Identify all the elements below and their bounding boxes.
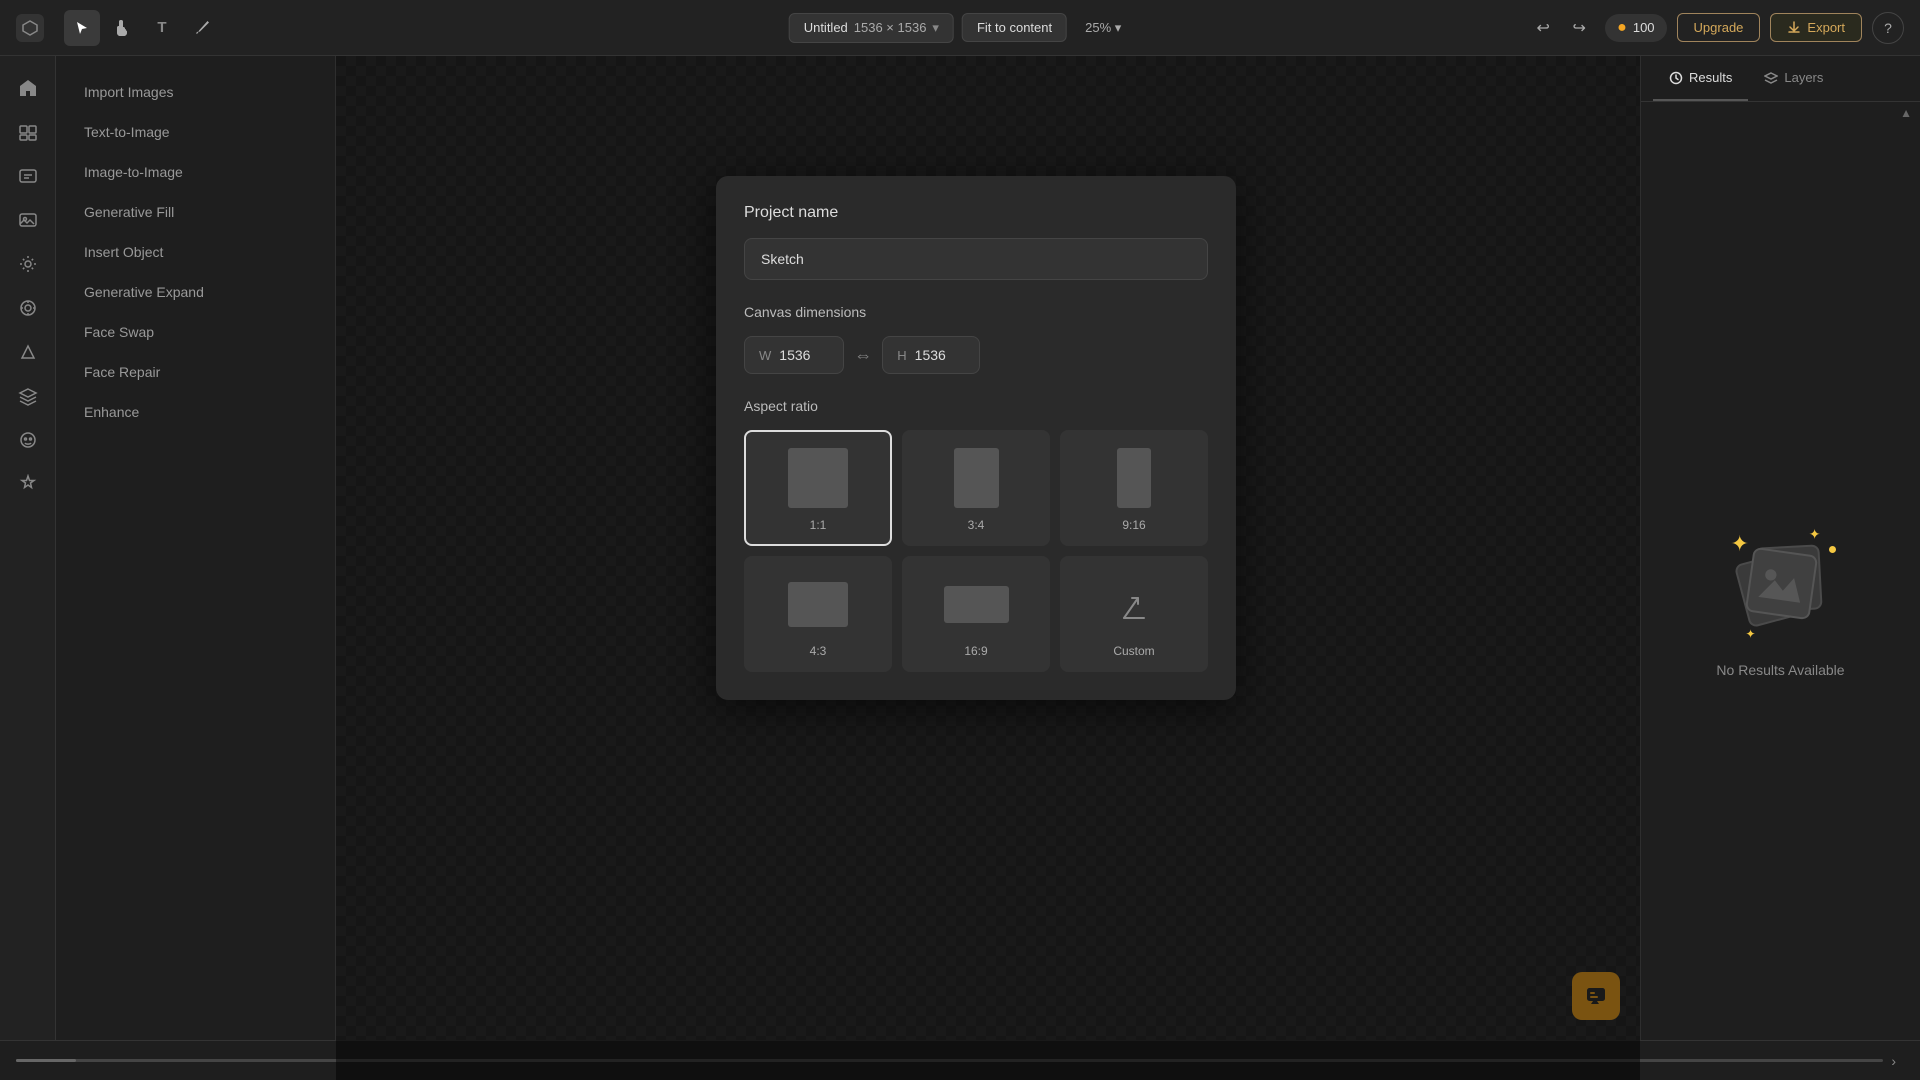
main-layout: Import Images Text-to-Image Image-to-Ima… xyxy=(0,56,1920,1080)
aspect-4-3-preview xyxy=(788,582,848,627)
topbar-right: ↩ ↪ ● 100 Upgrade Export ? xyxy=(1527,12,1904,44)
undo-redo-group: ↩ ↪ xyxy=(1527,12,1595,44)
results-tab-label: Results xyxy=(1689,70,1732,85)
aspect-3-4-preview xyxy=(954,448,999,508)
shapes-sidebar-btn[interactable] xyxy=(8,332,48,372)
aspect-1-1[interactable]: 1:1 xyxy=(744,430,892,546)
aspect-custom[interactable]: Custom xyxy=(1060,556,1208,672)
aspect-9-16[interactable]: 9:16 xyxy=(1060,430,1208,546)
star-large-icon: ✦ xyxy=(1731,531,1749,557)
title-chevron-icon: ▾ xyxy=(932,20,939,36)
no-results-illustration: ✦ ✦ ✦ xyxy=(1721,526,1841,646)
topbar-center: Untitled 1536 × 1536 ▾ Fit to content 25… xyxy=(789,13,1132,43)
bottom-scrollbar[interactable] xyxy=(16,1059,1883,1062)
star-small-icon: ✦ xyxy=(1809,526,1821,543)
topbar: T Untitled 1536 × 1536 ▾ Fit to content … xyxy=(0,0,1920,56)
undo-btn[interactable]: ↩ xyxy=(1527,12,1559,44)
upgrade-btn[interactable]: Upgrade xyxy=(1677,13,1761,42)
enhance-sidebar-btn[interactable] xyxy=(8,464,48,504)
right-sidebar: Results Layers ▲ ✦ ✦ ✦ xyxy=(1640,56,1920,1080)
panel-item-face-repair[interactable]: Face Repair xyxy=(64,352,327,392)
height-label: H xyxy=(897,348,906,363)
aspect-custom-label: Custom xyxy=(1113,644,1154,658)
aspect-3-4[interactable]: 3:4 xyxy=(902,430,1050,546)
select-tool-btn[interactable] xyxy=(64,10,100,46)
canvas-size-text: 1536 × 1536 xyxy=(854,20,927,35)
image-sidebar-btn[interactable] xyxy=(8,200,48,240)
canvas-dimensions-label: Canvas dimensions xyxy=(744,304,1208,320)
zoom-level-btn[interactable]: 25% ▾ xyxy=(1075,14,1131,42)
tool-group: T xyxy=(64,10,220,46)
panel-item-face-swap[interactable]: Face Swap xyxy=(64,312,327,352)
results-tab[interactable]: Results xyxy=(1653,56,1748,101)
decoration-dot xyxy=(1829,546,1836,553)
zoom-chevron-icon: ▾ xyxy=(1115,20,1122,35)
expand-panel-btn[interactable]: › xyxy=(1883,1049,1904,1073)
bottom-scrollbar-thumb xyxy=(16,1059,76,1062)
aspect-4-3[interactable]: 4:3 xyxy=(744,556,892,672)
fit-to-content-btn[interactable]: Fit to content xyxy=(962,13,1067,42)
card-front xyxy=(1744,547,1817,620)
settings-sidebar-btn[interactable] xyxy=(8,244,48,284)
chat-button[interactable] xyxy=(1572,972,1620,1020)
help-btn[interactable]: ? xyxy=(1872,12,1904,44)
project-title-btn[interactable]: Untitled 1536 × 1536 ▾ xyxy=(789,13,954,43)
project-name-label: Project name xyxy=(744,204,1208,222)
bottom-bar: › xyxy=(0,1040,1920,1080)
gallery-sidebar-btn[interactable] xyxy=(8,112,48,152)
export-btn[interactable]: Export xyxy=(1770,13,1862,42)
aspect-9-16-label: 9:16 xyxy=(1122,518,1145,532)
aspect-1-1-preview xyxy=(788,448,848,508)
aspect-3-4-label: 3:4 xyxy=(968,518,985,532)
project-name-input[interactable] xyxy=(744,238,1208,280)
aspect-4-3-label: 4:3 xyxy=(810,644,827,658)
aspect-1-1-label: 1:1 xyxy=(810,518,827,532)
right-sidebar-tabs: Results Layers xyxy=(1641,56,1920,102)
aspect-16-9[interactable]: 16:9 xyxy=(902,556,1050,672)
aspect-16-9-label: 16:9 xyxy=(964,644,987,658)
no-results-area: ✦ ✦ ✦ xyxy=(1641,124,1920,1080)
face-sidebar-btn[interactable] xyxy=(8,420,48,460)
aspect-16-9-preview xyxy=(944,586,1009,623)
canvas-area: Project name Canvas dimensions W ⇔ H Asp… xyxy=(336,56,1640,1080)
project-settings-modal: Project name Canvas dimensions W ⇔ H Asp… xyxy=(716,176,1236,700)
project-name-text: Untitled xyxy=(804,20,848,35)
panel-item-text-to-image[interactable]: Text-to-Image xyxy=(64,112,327,152)
panel-item-generative-fill[interactable]: Generative Fill xyxy=(64,192,327,232)
app-logo[interactable] xyxy=(16,14,44,42)
no-results-text: No Results Available xyxy=(1716,662,1844,678)
pen-tool-btn[interactable] xyxy=(184,10,220,46)
scroll-up-btn[interactable]: ▲ xyxy=(1900,106,1912,120)
hand-tool-btn[interactable] xyxy=(104,10,140,46)
layers-tab[interactable]: Layers xyxy=(1748,56,1839,101)
left-icon-sidebar xyxy=(0,56,56,1080)
aspect-ratio-grid: 1:1 3:4 9:16 xyxy=(744,430,1208,672)
redo-btn[interactable]: ↪ xyxy=(1563,12,1595,44)
home-sidebar-btn[interactable] xyxy=(8,68,48,108)
layers-tab-label: Layers xyxy=(1784,70,1823,85)
coin-icon: ● xyxy=(1617,19,1627,37)
height-input[interactable] xyxy=(915,347,965,363)
panel-item-enhance[interactable]: Enhance xyxy=(64,392,327,432)
panel-item-insert-object[interactable]: Insert Object xyxy=(64,232,327,272)
width-input[interactable] xyxy=(779,347,829,363)
width-label: W xyxy=(759,348,771,363)
text-tool-btn[interactable]: T xyxy=(144,10,180,46)
export-label: Export xyxy=(1807,20,1845,35)
layers-sidebar-btn[interactable] xyxy=(8,376,48,416)
coins-badge: ● 100 xyxy=(1605,14,1666,42)
panel-item-generative-expand[interactable]: Generative Expand xyxy=(64,272,327,312)
aspect-9-16-preview xyxy=(1117,448,1151,508)
coins-count: 100 xyxy=(1633,20,1655,35)
panel-item-import-images[interactable]: Import Images xyxy=(64,72,327,112)
star-tiny-icon: ✦ xyxy=(1746,627,1756,641)
text-image-sidebar-btn[interactable] xyxy=(8,156,48,196)
aspect-ratio-label: Aspect ratio xyxy=(744,398,1208,414)
left-panel: Import Images Text-to-Image Image-to-Ima… xyxy=(56,56,336,1080)
panel-item-image-to-image[interactable]: Image-to-Image xyxy=(64,152,327,192)
link-dimensions-icon[interactable]: ⇔ xyxy=(854,345,872,366)
zoom-value: 25% xyxy=(1085,20,1111,35)
target-sidebar-btn[interactable] xyxy=(8,288,48,328)
